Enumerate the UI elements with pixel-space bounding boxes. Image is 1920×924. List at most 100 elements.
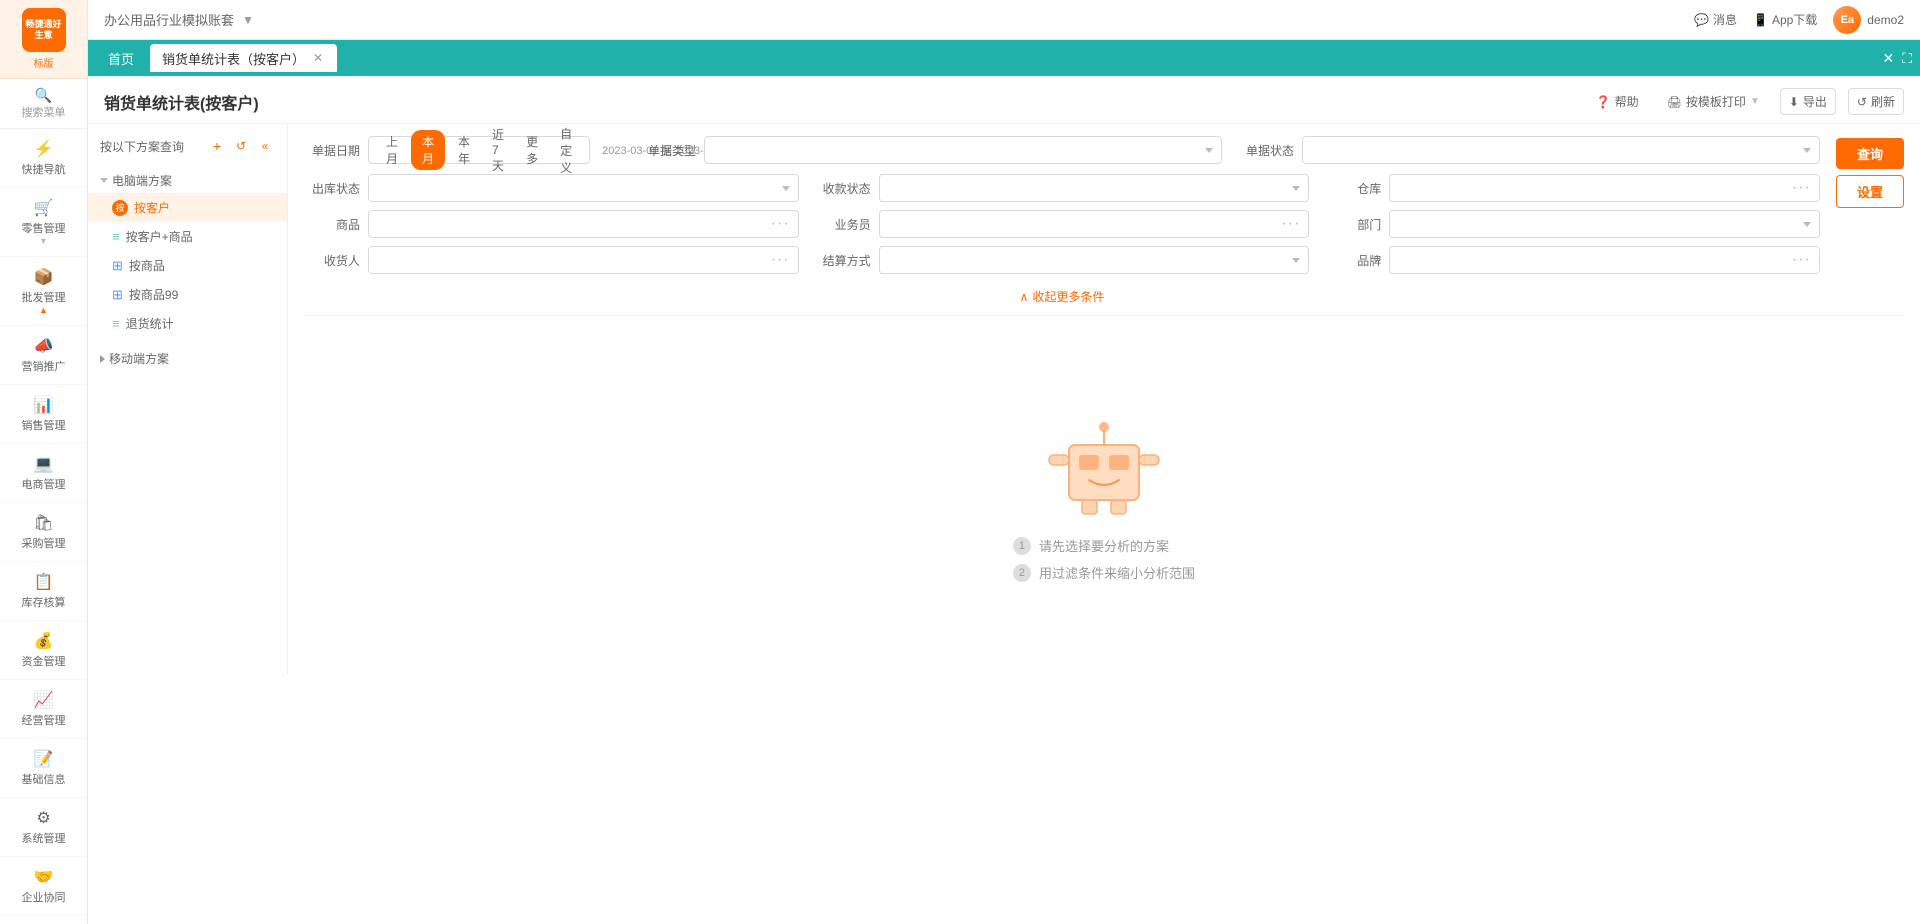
logo-icon: 畅捷通好生意: [22, 8, 66, 52]
this-month-btn[interactable]: 本月: [411, 130, 445, 170]
sidebar-item-shortcut[interactable]: ⚡ 快捷导航: [0, 129, 87, 188]
filters-main: 单据日期 上月 本月 本年 近7天 更多 自定义: [304, 136, 1820, 311]
receiver-select[interactable]: ···: [368, 246, 799, 274]
sidebar-item-finance[interactable]: 💰 资金管理: [0, 621, 87, 680]
tab-bar: 首页 销货单统计表（按客户） ✕ ✕ ⛶: [88, 40, 1920, 76]
brand-select[interactable]: ···: [1389, 246, 1820, 274]
filter-row-1: 单据日期 上月 本月 本年 近7天 更多 自定义: [304, 136, 1820, 164]
add-scheme-btn[interactable]: +: [207, 136, 227, 156]
date-label: 单据日期: [304, 142, 360, 159]
query-btn[interactable]: 查询: [1836, 138, 1904, 169]
header-right: 💬 消息 📱 App下载 Ea demo2: [1694, 6, 1904, 34]
warehouse-filter-row: 仓库 ···: [1325, 174, 1820, 202]
last7-btn[interactable]: 近7天: [483, 124, 513, 177]
tab-close-icon[interactable]: ✕: [311, 51, 325, 65]
this-year-btn[interactable]: 本年: [449, 130, 479, 170]
sidebar-item-operations[interactable]: 📈 经营管理: [0, 680, 87, 739]
tab-maximize-icon[interactable]: ⛶: [1902, 50, 1912, 67]
logo-area: 畅捷通好生意 标版: [0, 0, 87, 79]
page-inner: 销货单统计表(按客户) ❓ 帮助 🖨 按模板打印 ▼ ⬇ 导出: [88, 76, 1920, 924]
sidebar-item-guide[interactable]: 🎯 新手引导: [0, 916, 87, 924]
section-collapsed-icon: [100, 355, 105, 363]
help-btn[interactable]: ❓ 帮助: [1588, 89, 1647, 114]
refresh-scheme-btn[interactable]: ↺: [231, 136, 251, 156]
order-status-label: 单据状态: [1238, 142, 1294, 159]
top-header: 办公用品行业模拟账套 ▼ 💬 消息 📱 App下载 Ea demo2: [88, 0, 1920, 40]
order-type-filter-row: 单据类型: [640, 136, 1222, 164]
page-title: 销货单统计表(按客户): [104, 90, 259, 114]
salesman-label: 业务员: [815, 216, 871, 233]
print-btn[interactable]: 🖨 按模板打印 ▼: [1659, 89, 1768, 114]
tab-home[interactable]: 首页: [96, 44, 146, 72]
filter-row-2: 出库状态 收款状态: [304, 174, 1820, 202]
sidebar-item-wholesale[interactable]: 📦 批发管理 ▲: [0, 257, 87, 326]
scheme-item-goods-99[interactable]: ⊞ 按商品99: [88, 280, 287, 309]
settings-btn[interactable]: 设置: [1836, 175, 1904, 208]
sidebar: 畅捷通好生意 标版 🔍 搜索菜单 ⚡ 快捷导航 🛒 零售管理 ▼ 📦 批发管理 …: [0, 0, 88, 924]
last-month-btn[interactable]: 上月: [377, 130, 407, 170]
scheme-panel-actions: + ↺ «: [207, 136, 275, 156]
sidebar-item-sales[interactable]: 📊 销售管理: [0, 385, 87, 444]
order-type-select[interactable]: [704, 136, 1222, 164]
desktop-scheme-section: 电脑端方案 按 按客户 ≡ 按客户+商品 ⊞ 按商品: [88, 164, 287, 342]
header-left: 办公用品行业模拟账套 ▼: [104, 10, 254, 29]
goods-select[interactable]: ···: [368, 210, 799, 238]
query-btns: 查询 设置: [1836, 136, 1904, 311]
desktop-section-header[interactable]: 电脑端方案: [88, 168, 287, 193]
user-menu[interactable]: Ea demo2: [1833, 6, 1904, 34]
refresh-btn[interactable]: ↺ 刷新: [1848, 88, 1904, 115]
warehouse-select[interactable]: ···: [1389, 174, 1820, 202]
sidebar-item-collaboration[interactable]: 🤝 企业协同: [0, 857, 87, 916]
collapse-scheme-btn[interactable]: «: [255, 136, 275, 156]
order-status-dropdown-icon: [1803, 148, 1811, 153]
filter-content-area: 单据日期 上月 本月 本年 近7天 更多 自定义: [288, 124, 1920, 674]
content-layout: 按以下方案查询 + ↺ « 电脑端方案: [88, 124, 1920, 674]
scheme-item-by-customer[interactable]: 按 按客户: [88, 193, 287, 222]
export-btn[interactable]: ⬇ 导出: [1780, 88, 1836, 115]
bar-chart-icon2: ≡: [112, 316, 120, 331]
order-status-select[interactable]: [1302, 136, 1820, 164]
tab-active[interactable]: 销货单统计表（按客户） ✕: [150, 44, 337, 72]
sidebar-item-retail[interactable]: 🛒 零售管理 ▼: [0, 188, 87, 257]
payment-status-select[interactable]: [879, 174, 1310, 202]
sidebar-item-inventory[interactable]: 📋 库存核算: [0, 562, 87, 621]
order-type-label: 单据类型: [640, 142, 696, 159]
more-btn[interactable]: 更多: [517, 130, 547, 170]
search-menu-item[interactable]: 🔍 搜索菜单: [0, 79, 87, 129]
sidebar-item-basic-info[interactable]: 📝 基础信息: [0, 739, 87, 798]
header-dropdown-icon[interactable]: ▼: [242, 13, 254, 27]
sidebar-item-system[interactable]: ⚙ 系统管理: [0, 798, 87, 857]
custom-btn[interactable]: 自定义: [551, 124, 581, 179]
brand-label: 品牌: [1325, 252, 1381, 269]
warehouse-label: 仓库: [1325, 180, 1381, 197]
receiver-filter-row: 收货人 ···: [304, 246, 799, 274]
salesman-select[interactable]: ···: [879, 210, 1310, 238]
date-filter-row: 单据日期 上月 本月 本年 近7天 更多 自定义: [304, 136, 624, 164]
scheme-item-return-stats[interactable]: ≡ 退货统计: [88, 309, 287, 338]
section-expand-icon: [100, 178, 108, 183]
message-btn[interactable]: 💬 消息: [1694, 11, 1737, 28]
order-status-filter-row: 单据状态: [1238, 136, 1820, 164]
department-label: 部门: [1325, 216, 1381, 233]
collapse-bar[interactable]: ∧ 收起更多条件: [304, 282, 1820, 311]
settlement-label: 结算方式: [815, 252, 871, 269]
main-area: 办公用品行业模拟账套 ▼ 💬 消息 📱 App下载 Ea demo2 首页: [88, 0, 1920, 924]
order-type-dropdown-icon: [1205, 148, 1213, 153]
scheme-item-customer-goods[interactable]: ≡ 按客户+商品: [88, 222, 287, 251]
app-download-btn[interactable]: 📱 App下载: [1753, 11, 1817, 28]
goods-label: 商品: [304, 216, 360, 233]
active-scheme-icon: 按: [112, 200, 128, 216]
scheme-item-by-goods[interactable]: ⊞ 按商品: [88, 251, 287, 280]
tab-close-all-icon[interactable]: ✕: [1882, 50, 1894, 67]
empty-illustration: [1044, 400, 1164, 520]
department-select[interactable]: [1389, 210, 1820, 238]
date-filter-control[interactable]: 上月 本月 本年 近7天 更多 自定义: [368, 136, 590, 164]
sidebar-item-marketing[interactable]: 📣 营销推广: [0, 326, 87, 385]
settlement-select[interactable]: [879, 246, 1310, 274]
sidebar-item-purchase[interactable]: 🛍 采购管理: [0, 503, 87, 562]
mobile-section-header[interactable]: 移动端方案: [88, 346, 287, 371]
sidebar-item-ecommerce[interactable]: 💻 电商管理: [0, 444, 87, 503]
empty-tip-2: 2 用过滤条件来缩小分析范围: [1013, 563, 1195, 582]
section-divider: [304, 315, 1904, 316]
out-status-select[interactable]: [368, 174, 799, 202]
